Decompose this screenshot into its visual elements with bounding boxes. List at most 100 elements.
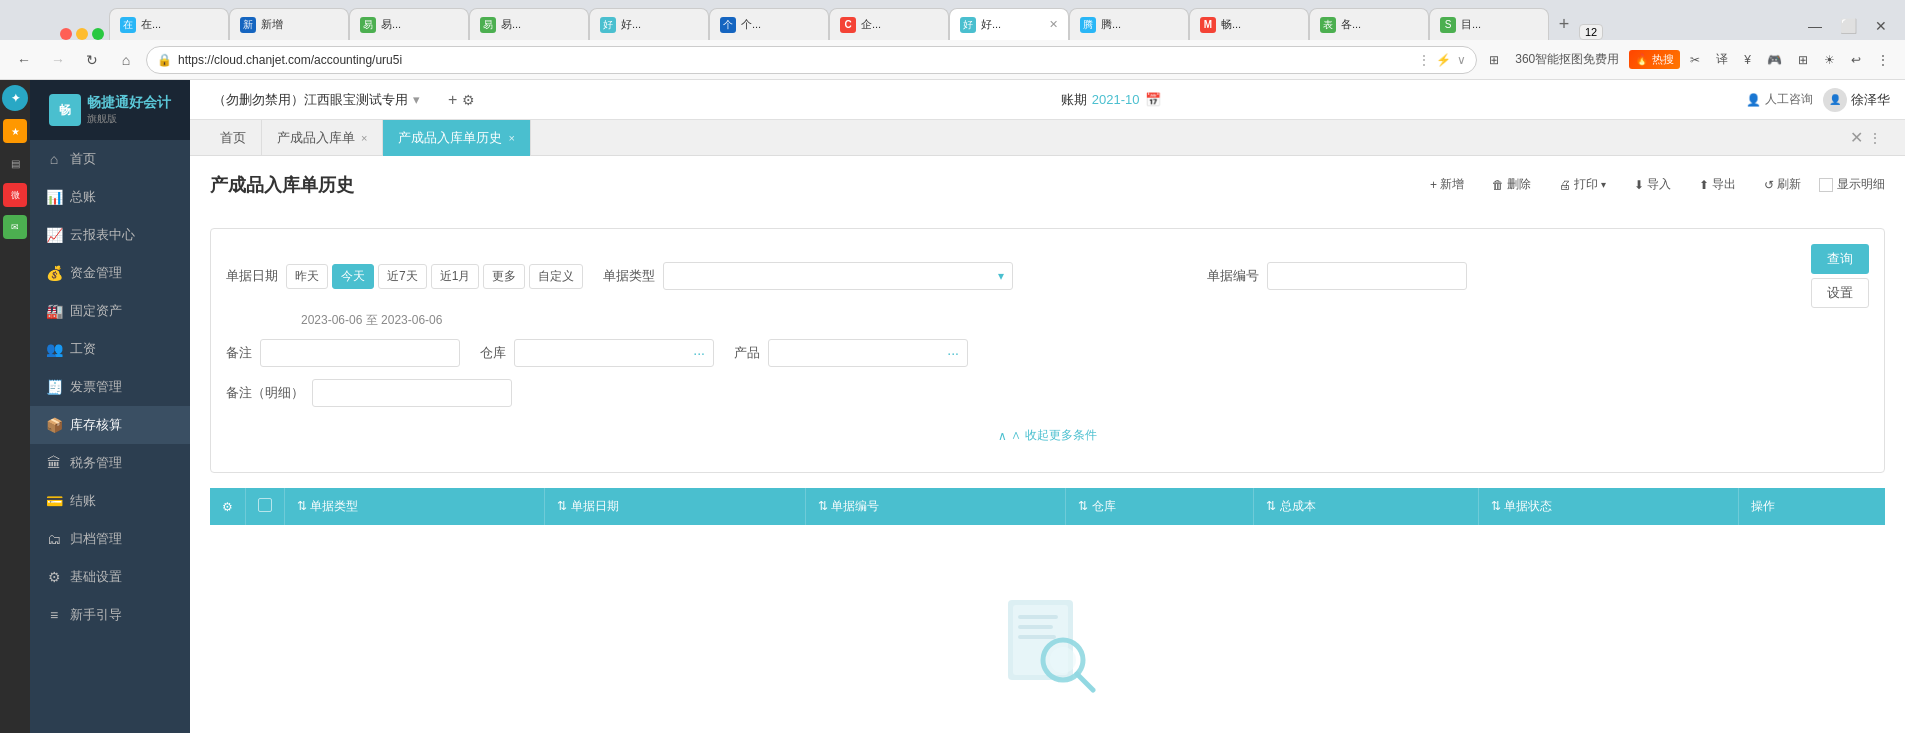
address-bar[interactable]: 🔒 https://cloud.chanjet.com/accounting/u… xyxy=(146,46,1477,74)
browser-tab-7[interactable]: C 企... xyxy=(829,8,949,40)
settings-button[interactable]: 设置 xyxy=(1811,278,1869,308)
browser-tab-9[interactable]: 腾 腾... xyxy=(1069,8,1189,40)
sidebar-item-new-menu[interactable]: ≡ 新手引导 xyxy=(30,596,190,634)
th-gear[interactable]: ⚙ xyxy=(210,488,246,525)
tab-close-8[interactable]: ✕ xyxy=(1049,18,1058,31)
back-button[interactable]: ← xyxy=(10,46,38,74)
date-btn-custom[interactable]: 自定义 xyxy=(529,264,583,289)
product-select[interactable]: ··· xyxy=(768,339,968,367)
hot-search-button[interactable]: 🔥 热搜 xyxy=(1629,50,1680,69)
checkbox-box[interactable] xyxy=(1819,178,1833,192)
tab-list-close[interactable]: × xyxy=(361,132,367,144)
add-button[interactable]: + 新增 xyxy=(1420,171,1474,198)
delete-button[interactable]: 🗑 删除 xyxy=(1482,171,1541,198)
th-total-cost[interactable]: ⇅ 总成本 xyxy=(1254,488,1478,525)
th-warehouse[interactable]: ⇅ 仓库 xyxy=(1066,488,1254,525)
tab-history[interactable]: 产成品入库单历史 × xyxy=(383,120,530,156)
tab-list[interactable]: 产成品入库单 × xyxy=(262,120,383,156)
date-btn-1month[interactable]: 近1月 xyxy=(431,264,480,289)
browser-tab-4[interactable]: 易 易... xyxy=(469,8,589,40)
export-button[interactable]: ⬆ 导出 xyxy=(1689,171,1746,198)
address-bar-star[interactable]: ⚡ xyxy=(1436,53,1451,67)
print-button[interactable]: 🖨 打印 ▾ xyxy=(1549,171,1616,198)
currency-button[interactable]: ¥ xyxy=(1738,51,1757,69)
sidebar-item-ledger[interactable]: 📊 总账 xyxy=(30,178,190,216)
icon-bar-logo[interactable]: ✦ xyxy=(2,85,28,111)
th-voucher-status[interactable]: ⇅ 单据状态 xyxy=(1478,488,1738,525)
close-button[interactable]: ✕ xyxy=(1867,12,1895,40)
company-selector[interactable]: （勿删勿禁用）江西眼宝测试专用 ▾ xyxy=(205,87,428,113)
browser-tab-11[interactable]: 表 各... xyxy=(1309,8,1429,40)
show-columns-checkbox[interactable]: 显示明细 xyxy=(1819,176,1885,193)
settings-browser-button[interactable]: ⋮ xyxy=(1871,51,1895,69)
th-voucher-type[interactable]: ⇅ 单据类型 xyxy=(285,488,545,525)
tab-home[interactable]: 首页 xyxy=(205,120,262,156)
date-btn-7days[interactable]: 近7天 xyxy=(378,264,427,289)
voucher-no-input[interactable] xyxy=(1267,262,1467,290)
note-input[interactable] xyxy=(260,339,460,367)
browser-tab-10[interactable]: M 畅... xyxy=(1189,8,1309,40)
minimize-button[interactable]: — xyxy=(1801,12,1829,40)
date-btn-today[interactable]: 今天 xyxy=(332,264,374,289)
th-voucher-date[interactable]: ⇅ 单据日期 xyxy=(545,488,805,525)
panel-settings-button[interactable]: ⋮ xyxy=(1868,130,1882,146)
user-name-button[interactable]: 👤 徐泽华 xyxy=(1823,88,1890,112)
refresh-button[interactable]: ↻ xyxy=(78,46,106,74)
sidebar-item-cloud-report[interactable]: 📈 云报表中心 xyxy=(30,216,190,254)
back2-button[interactable]: ↩ xyxy=(1845,51,1867,69)
sidebar-item-archive[interactable]: 🗂 归档管理 xyxy=(30,520,190,558)
th-voucher-no[interactable]: ⇅ 单据编号 xyxy=(805,488,1065,525)
calendar-icon[interactable]: 📅 xyxy=(1145,92,1161,107)
browser-tab-8[interactable]: 好 好... ✕ xyxy=(949,8,1069,40)
browser-tab-3[interactable]: 易 易... xyxy=(349,8,469,40)
new-tab-button[interactable]: + xyxy=(1549,8,1579,40)
browser-tab-6[interactable]: 个 个... xyxy=(709,8,829,40)
th-checkbox[interactable] xyxy=(246,488,285,525)
search-text[interactable]: 360智能抠图免费用 xyxy=(1509,49,1625,70)
translate-button[interactable]: 译 xyxy=(1710,49,1734,70)
user-service-button[interactable]: 👤 人工咨询 xyxy=(1746,91,1813,108)
icon-bar-star[interactable]: ★ xyxy=(3,119,27,143)
tab-history-close[interactable]: × xyxy=(508,132,514,144)
brightness-button[interactable]: ☀ xyxy=(1818,51,1841,69)
sidebar-item-fund[interactable]: 💰 资金管理 xyxy=(30,254,190,292)
sidebar-item-fixed-assets[interactable]: 🏭 固定资产 xyxy=(30,292,190,330)
game-button[interactable]: 🎮 xyxy=(1761,51,1788,69)
note-detail-input[interactable] xyxy=(312,379,512,407)
maximize-button[interactable]: ⬜ xyxy=(1834,12,1862,40)
collapse-button[interactable]: ∧ ∧ 收起更多条件 xyxy=(998,427,1096,444)
grid-button[interactable]: ⊞ xyxy=(1792,51,1814,69)
browser-tab-1[interactable]: 在 在... xyxy=(109,8,229,40)
query-button[interactable]: 查询 xyxy=(1811,244,1869,274)
forward-button[interactable]: → xyxy=(44,46,72,74)
home-button[interactable]: ⌂ xyxy=(112,46,140,74)
refresh-button[interactable]: ↺ 刷新 xyxy=(1754,171,1811,198)
scissors-button[interactable]: ✂ xyxy=(1684,51,1706,69)
date-btn-yesterday[interactable]: 昨天 xyxy=(286,264,328,289)
icon-bar-weibo[interactable]: 微 xyxy=(3,183,27,207)
extensions-button[interactable]: ⊞ xyxy=(1483,51,1505,69)
sidebar-item-invoice[interactable]: 🧾 发票管理 xyxy=(30,368,190,406)
address-bar-dropdown[interactable]: ∨ xyxy=(1457,53,1466,67)
sidebar-item-payroll[interactable]: 👥 工资 xyxy=(30,330,190,368)
icon-bar-mail[interactable]: ✉ xyxy=(3,215,27,239)
icon-bar-chart[interactable]: ▤ xyxy=(3,151,27,175)
browser-tab-5[interactable]: 好 好... xyxy=(589,8,709,40)
browser-tab-12[interactable]: S 目... xyxy=(1429,8,1549,40)
company-settings-button[interactable]: ⚙ xyxy=(462,92,475,108)
browser-tab-2[interactable]: 新 新增 xyxy=(229,8,349,40)
sidebar-item-checkout[interactable]: 💳 结账 xyxy=(30,482,190,520)
date-btn-more[interactable]: 更多 xyxy=(483,264,525,289)
sidebar-item-base[interactable]: ⚙ 基础设置 xyxy=(30,558,190,596)
voucher-type-select[interactable]: ▾ xyxy=(663,262,1013,290)
add-company-button[interactable]: + xyxy=(448,91,457,109)
sidebar-item-inventory[interactable]: 📦 库存核算 xyxy=(30,406,190,444)
address-bar-menu[interactable]: ⋮ xyxy=(1418,53,1430,67)
period-value[interactable]: 2021-10 xyxy=(1092,92,1140,107)
import-button[interactable]: ⬇ 导入 xyxy=(1624,171,1681,198)
sidebar-item-tax[interactable]: 🏛 税务管理 xyxy=(30,444,190,482)
ledger-icon: 📊 xyxy=(46,189,62,205)
warehouse-select[interactable]: ··· xyxy=(514,339,714,367)
panel-close-button[interactable]: ✕ xyxy=(1850,128,1863,147)
sidebar-item-home[interactable]: ⌂ 首页 xyxy=(30,140,190,178)
